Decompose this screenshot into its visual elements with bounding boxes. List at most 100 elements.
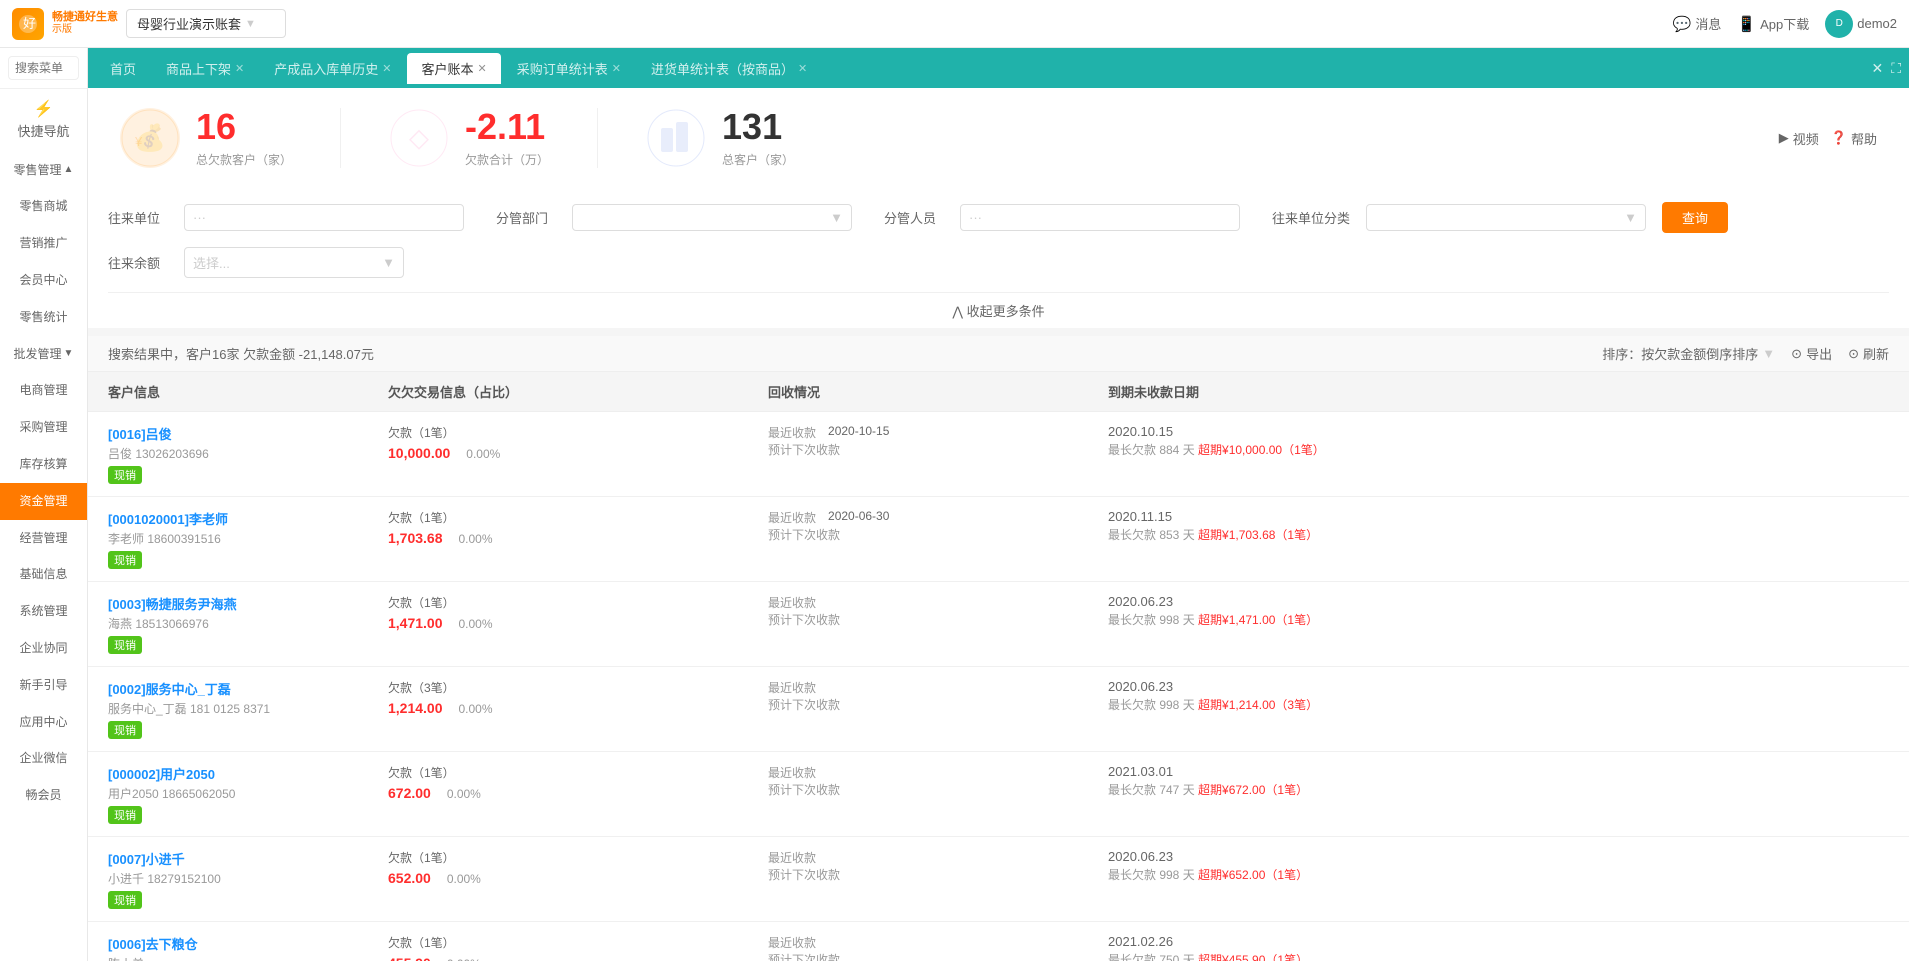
dept-input[interactable]: ▼	[572, 204, 852, 231]
due-cell-7: 2021.02.26 最长欠款 750 天 超期¥455.90（1笔）	[1108, 934, 1889, 961]
sidebar-item-capital-mgmt[interactable]: 资金管理	[0, 483, 87, 520]
sidebar-item-new-guide[interactable]: 新手引导	[0, 667, 87, 704]
overdue-amount-6[interactable]: 超期¥652.00（1笔）	[1198, 868, 1308, 882]
sidebar-item-marketing[interactable]: 营销推广	[0, 225, 87, 262]
customer-name-7[interactable]: [0006]去下粮仓	[108, 934, 388, 953]
tab-product-history-close[interactable]: ✕	[382, 62, 391, 75]
sidebar-item-retail-stats[interactable]: 零售统计	[0, 299, 87, 336]
collection-cell-1: 最近收款 2020-10-15 预计下次收款	[768, 424, 1108, 484]
app-download-btn[interactable]: 📱 App下载	[1737, 14, 1809, 33]
tab-close-all-icon[interactable]: ✕	[1871, 60, 1883, 77]
sidebar-item-inventory[interactable]: 库存核算	[0, 446, 87, 483]
due-date-5: 2021.03.01	[1108, 764, 1889, 779]
help-btn[interactable]: ❓ 帮助	[1831, 129, 1877, 148]
collection-label-2: 最近收款	[768, 509, 816, 526]
customer-badge-3: 现销	[108, 636, 142, 654]
stat-value-total-customers: 131	[722, 109, 794, 145]
sidebar-item-label: 营销推广	[19, 236, 67, 250]
export-btn[interactable]: ⊙ 导出	[1791, 344, 1832, 363]
stat-label-debt-customers: 总欠款客户（家）	[196, 151, 292, 168]
tab-purchase-general-close[interactable]: ✕	[798, 62, 807, 75]
tab-customer-account[interactable]: 客户账本 ✕	[407, 53, 500, 84]
sidebar: ⚡ 快捷导航 零售管理 ▲ 零售商城 营销推广 会员中心 零售统计 批发管理 ▼	[0, 48, 88, 961]
sidebar-item-operations[interactable]: 经营管理	[0, 520, 87, 557]
customer-name-4[interactable]: [0002]服务中心_丁磊	[108, 679, 388, 698]
collection-cell-7: 最近收款 预计下次收款	[768, 934, 1108, 961]
tab-customer-account-close[interactable]: ✕	[478, 62, 487, 75]
customer-name-6[interactable]: [0007]小进千	[108, 849, 388, 868]
customer-badge-2: 现销	[108, 551, 142, 569]
customer-badge-5: 现销	[108, 806, 142, 824]
overdue-amount-1[interactable]: 超期¥10,000.00（1笔）	[1198, 443, 1325, 457]
col-customer-info: 客户信息	[108, 382, 388, 401]
tab-home[interactable]: 首页	[96, 53, 150, 84]
balance-select[interactable]: 选择... ▼	[184, 247, 404, 278]
tab-product-shelf[interactable]: 商品上下架 ✕	[152, 53, 258, 84]
debt-percent-3: 0.00%	[459, 617, 493, 631]
table-row: [0007]小进千 小进千 18279152100 现销 欠款（1笔） 652.…	[88, 837, 1909, 922]
sidebar-item-label: 应用中心	[19, 715, 67, 729]
sidebar-item-retail-mgmt[interactable]: 零售管理 ▲	[0, 152, 87, 189]
customer-name-3[interactable]: [0003]畅捷服务尹海燕	[108, 594, 388, 613]
manager-input[interactable]: ···	[960, 204, 1240, 231]
table-row: [000002]用户2050 用户2050 18665062050 现销 欠款（…	[88, 752, 1909, 837]
sort-btn[interactable]: 排序：按欠款金额倒序排序 ▼	[1602, 344, 1775, 363]
debt-amount-7: 455.90	[388, 955, 431, 961]
store-selector[interactable]: 母婴行业演示账套 ▼	[126, 9, 286, 38]
overdue-amount-3[interactable]: 超期¥1,471.00（1笔）	[1198, 613, 1318, 627]
sidebar-item-system-mgmt[interactable]: 系统管理	[0, 593, 87, 630]
message-btn[interactable]: 💬 消息	[1673, 14, 1722, 33]
user-profile-btn[interactable]: D demo2	[1825, 10, 1897, 38]
search-input[interactable]	[8, 56, 79, 80]
sidebar-item-purchase-mgmt[interactable]: 采购管理	[0, 409, 87, 446]
manager-label: 分管人员	[884, 208, 944, 227]
table-row: [0016]吕俊 吕俊 13026203696 现销 欠款（1笔） 10,000…	[88, 412, 1909, 497]
sidebar-item-member-center[interactable]: 会员中心	[0, 262, 87, 299]
sidebar-item-enterprise-wechat[interactable]: 企业微信	[0, 740, 87, 777]
tab-expand-icon[interactable]: ⛶	[1891, 60, 1901, 77]
view-video-btn[interactable]: ▶ 视频	[1779, 129, 1819, 148]
overdue-amount-5[interactable]: 超期¥672.00（1笔）	[1198, 783, 1308, 797]
logo-area: 好 畅捷通好生意 示版	[12, 8, 118, 40]
sidebar-item-member-vip[interactable]: 畅会员	[0, 777, 87, 814]
stat-card-total-customers: 131 总客户（家）	[646, 108, 842, 168]
tab-purchase-stats-close[interactable]: ✕	[612, 62, 621, 75]
overdue-amount-7[interactable]: 超期¥455.90（1笔）	[1198, 953, 1308, 961]
collapse-filter-btn[interactable]: ⋀ 收起更多条件	[108, 292, 1889, 328]
search-btn[interactable]: 查询	[1662, 202, 1728, 233]
customer-name-1[interactable]: [0016]吕俊	[108, 424, 388, 443]
customer-name-5[interactable]: [000002]用户2050	[108, 764, 388, 783]
table-row: [0003]畅捷服务尹海燕 海燕 18513066976 现销 欠款（1笔） 1…	[88, 582, 1909, 667]
quick-nav-icon: ⚡	[0, 99, 87, 121]
sidebar-item-batch-mgmt[interactable]: 批发管理 ▼	[0, 336, 87, 373]
sidebar-item-quick-nav[interactable]: ⚡ 快捷导航	[0, 89, 87, 152]
tab-purchase-stats[interactable]: 采购订单统计表 ✕	[503, 53, 635, 84]
tab-purchase-general[interactable]: 进货单统计表（按商品） ✕	[637, 53, 821, 84]
debt-label-2: 欠款（1笔）	[388, 509, 768, 526]
vendor-category-input[interactable]: ▼	[1366, 204, 1646, 231]
overdue-amount-4[interactable]: 超期¥1,214.00（3笔）	[1198, 698, 1318, 712]
customer-name-2[interactable]: [0001020001]李老师	[108, 509, 388, 528]
sidebar-item-enterprise-collab[interactable]: 企业协同	[0, 630, 87, 667]
app-download-label: App下载	[1760, 14, 1809, 33]
sidebar-item-retail-mall[interactable]: 零售商城	[0, 188, 87, 225]
refresh-btn[interactable]: ⊙ 刷新	[1848, 344, 1889, 363]
tab-bar: 首页 商品上下架 ✕ 产成品入库单历史 ✕ 客户账本 ✕ 采购订单统计表 ✕	[88, 48, 1909, 88]
filter-row-1: 往来单位 ··· 分管部门 ▼ 分管人员 ··· 往来单位	[108, 202, 1889, 233]
sidebar-item-app-center[interactable]: 应用中心	[0, 704, 87, 741]
collection-next-7: 预计下次收款	[768, 951, 1108, 961]
sidebar-item-ecommerce[interactable]: 电商管理	[0, 372, 87, 409]
tab-product-shelf-close[interactable]: ✕	[235, 62, 244, 75]
customer-cell-2: [0001020001]李老师 李老师 18600391516 现销	[108, 509, 388, 569]
vendor-input[interactable]: ···	[184, 204, 464, 231]
message-label: 消息	[1695, 14, 1721, 33]
sidebar-item-basic-info[interactable]: 基础信息	[0, 556, 87, 593]
tab-product-history[interactable]: 产成品入库单历史 ✕	[260, 53, 405, 84]
debt-amount-3: 1,471.00	[388, 615, 443, 631]
table-row: [0006]去下粮仓 陈小弟 现销 欠款（1笔） 455.90 0.00%	[88, 922, 1909, 961]
logo-text-line1: 畅捷通好生意	[52, 11, 118, 24]
stat-icon-total-customers	[646, 108, 706, 168]
collection-next-4: 预计下次收款	[768, 696, 1108, 713]
debt-label-6: 欠款（1笔）	[388, 849, 768, 866]
overdue-amount-2[interactable]: 超期¥1,703.68（1笔）	[1198, 528, 1318, 542]
